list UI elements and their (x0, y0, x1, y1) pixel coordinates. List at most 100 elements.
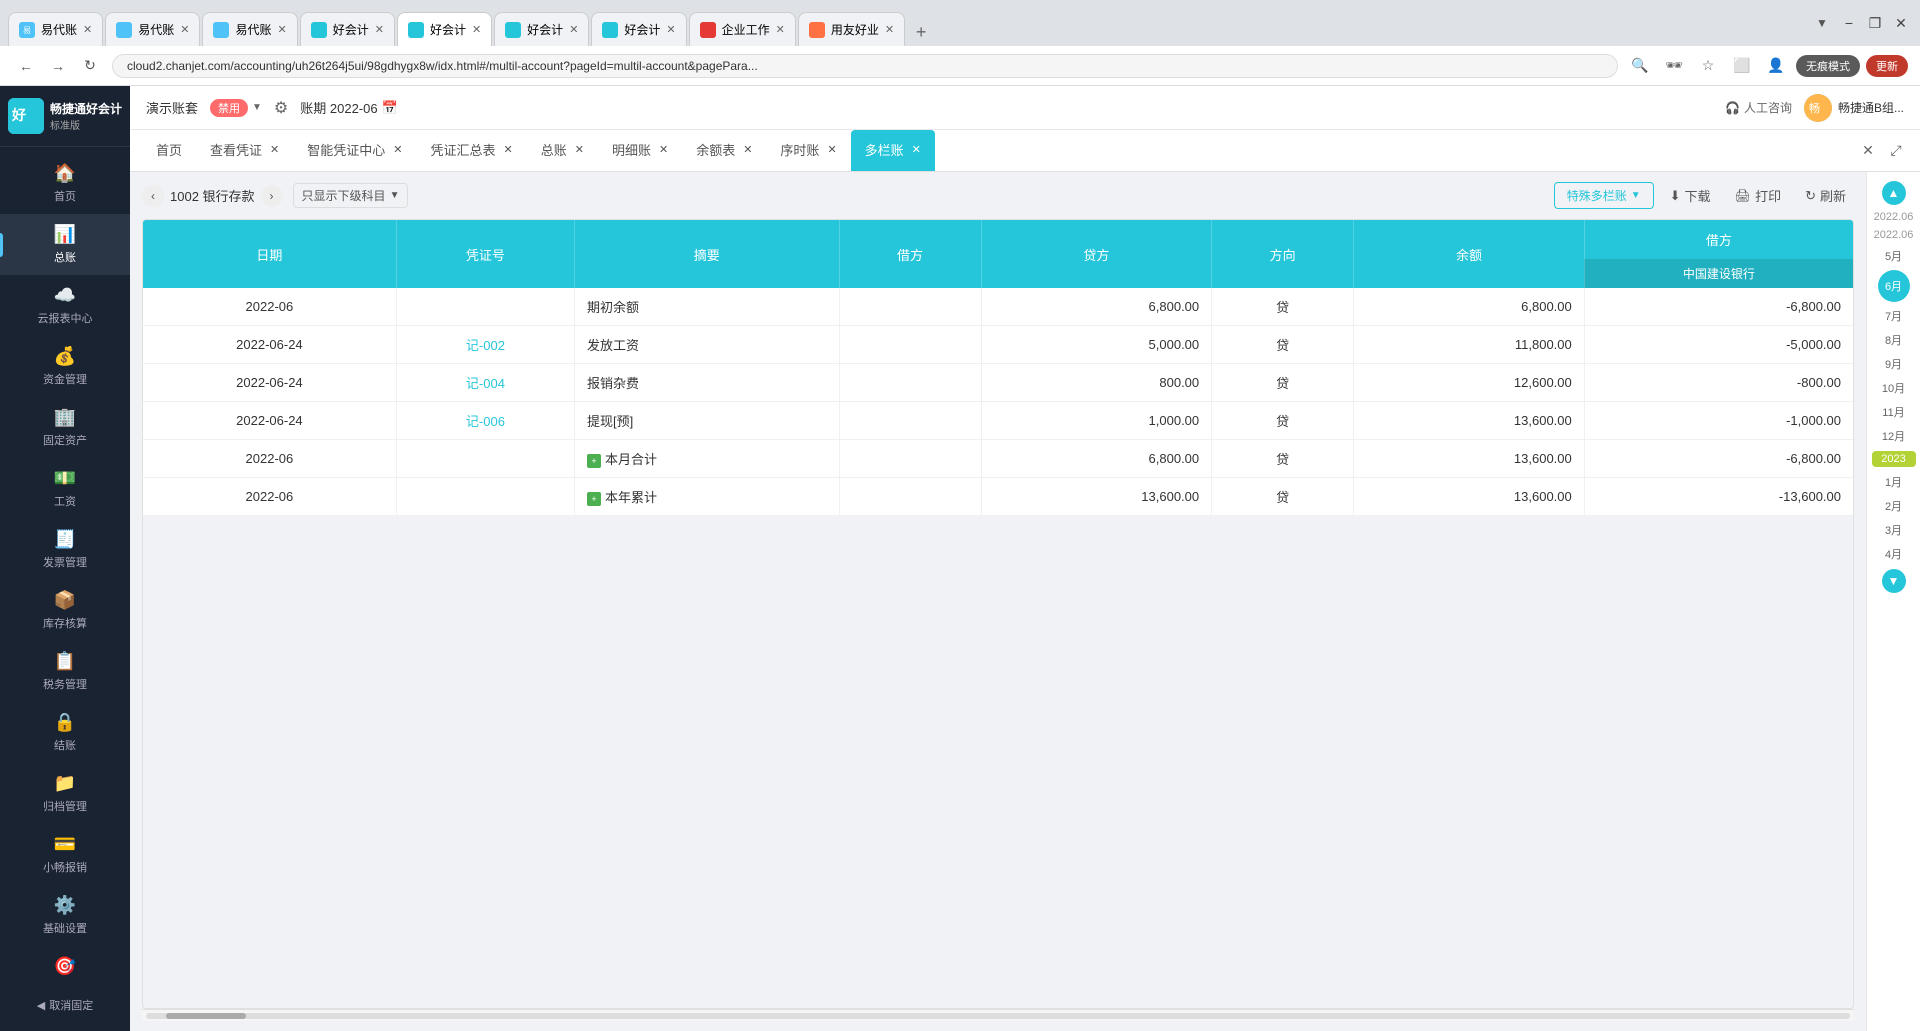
calendar-icon[interactable]: 📅 (382, 100, 398, 116)
browser-tab-9[interactable]: 用友好业 ✕ (798, 12, 905, 46)
sidebar-item-invoice[interactable]: 🧾 发票管理 (0, 519, 130, 580)
tab-list-button[interactable]: ▼ (1810, 11, 1834, 35)
sidebar-item-inventory[interactable]: 📦 库存核算 (0, 580, 130, 641)
tab-close-5[interactable]: ✕ (472, 23, 481, 36)
sidebar-item-fund[interactable]: 💰 资金管理 (0, 336, 130, 397)
sidebar-item-expense[interactable]: 💳 小畅报销 (0, 824, 130, 885)
forward-button[interactable]: → (44, 52, 72, 80)
account-next-button[interactable]: › (261, 185, 283, 207)
tab-smart-voucher[interactable]: 智能凭证中心 ✕ (293, 130, 416, 171)
calendar-month-10[interactable]: 10月 (1872, 376, 1916, 400)
tab-detailed-ledger-close[interactable]: ✕ (659, 143, 668, 156)
sidebar-item-closing[interactable]: 🔒 结账 (0, 702, 130, 763)
incognito-icon[interactable]: 🕶 (1660, 52, 1688, 80)
browser-tab-6[interactable]: 好会计 ✕ (494, 12, 589, 46)
tab-close-9[interactable]: ✕ (885, 23, 894, 36)
tab-balance-sheet-close[interactable]: ✕ (743, 143, 752, 156)
browser-tab-7[interactable]: 好会计 ✕ (591, 12, 686, 46)
account-prev-button[interactable]: ‹ (142, 185, 164, 207)
browser-tab-2[interactable]: 易代账 ✕ (105, 12, 200, 46)
tab-voucher-summary[interactable]: 凭证汇总表 ✕ (416, 130, 526, 171)
new-tab-button[interactable]: + (907, 18, 935, 46)
tab-close-7[interactable]: ✕ (666, 23, 675, 36)
tab-journal[interactable]: 序时账 ✕ (766, 130, 850, 171)
tab-general-ledger-close[interactable]: ✕ (575, 143, 584, 156)
calendar-month-9[interactable]: 9月 (1872, 352, 1916, 376)
user-profile-icon[interactable]: 👤 (1762, 52, 1790, 80)
tab-close-6[interactable]: ✕ (569, 23, 578, 36)
tab-home[interactable]: 首页 (142, 130, 196, 171)
window-icon[interactable]: ⬜ (1728, 52, 1756, 80)
sidebar-item-settings[interactable]: ⚙️ 基础设置 (0, 885, 130, 946)
sidebar-item-cloud-report[interactable]: ☁️ 云报表中心 (0, 275, 130, 336)
scroll-thumb[interactable] (166, 1013, 246, 1019)
tab-close-2[interactable]: ✕ (180, 23, 189, 36)
tab-close-1[interactable]: ✕ (83, 23, 92, 36)
tab-journal-close[interactable]: ✕ (827, 143, 836, 156)
tab-detailed-ledger[interactable]: 明细账 ✕ (598, 130, 682, 171)
sidebar-item-payroll[interactable]: 💵 工资 (0, 458, 130, 519)
browser-tab-5[interactable]: 好会计 ✕ (397, 12, 492, 46)
search-icon[interactable]: 🔍 (1626, 52, 1654, 80)
back-button[interactable]: ← (12, 52, 40, 80)
calendar-2023-month-2[interactable]: 2月 (1872, 494, 1916, 518)
td-voucher-1[interactable]: 记-002 (396, 326, 574, 364)
tab-multi-col-close[interactable]: ✕ (912, 143, 921, 156)
minimize-button[interactable]: − (1838, 12, 1860, 34)
address-input[interactable] (112, 54, 1618, 78)
close-window-button[interactable]: ✕ (1890, 12, 1912, 34)
tab-close-4[interactable]: ✕ (375, 23, 384, 36)
calendar-month-11[interactable]: 11月 (1872, 400, 1916, 424)
tab-general-ledger[interactable]: 总账 ✕ (527, 130, 598, 171)
pin-icon: ◀ (37, 999, 45, 1012)
tab-smart-voucher-close[interactable]: ✕ (393, 143, 402, 156)
calendar-2023-month-1[interactable]: 1月 (1872, 470, 1916, 494)
tab-voucher-summary-close[interactable]: ✕ (504, 143, 513, 156)
refresh-button[interactable]: ↻ (76, 52, 104, 80)
sidebar-item-ledger[interactable]: 📊 总账 (0, 214, 130, 275)
browser-tab-8[interactable]: 企业工作 ✕ (689, 12, 796, 46)
browser-tab-4[interactable]: 好会计 ✕ (300, 12, 395, 46)
tab-view-voucher[interactable]: 查看凭证 ✕ (196, 130, 293, 171)
sidebar-item-guide[interactable]: 🎯 新手引导 (0, 946, 130, 979)
calendar-month-12[interactable]: 12月 (1872, 424, 1916, 448)
browser-tab-1[interactable]: 易 易代账 ✕ (8, 12, 103, 46)
sidebar-item-tax[interactable]: 📋 税务管理 (0, 641, 130, 702)
user-menu[interactable]: 畅 畅捷通B组... (1804, 94, 1904, 122)
tab-expand-button[interactable]: ⤢ (1884, 139, 1908, 163)
tab-view-voucher-close[interactable]: ✕ (270, 143, 279, 156)
consult-button[interactable]: 🎧 人工咨询 (1725, 99, 1792, 116)
unpin-button[interactable]: ◀ 取消固定 (0, 989, 130, 1021)
refresh-button[interactable]: ↻ 刷新 (1797, 182, 1854, 209)
download-button[interactable]: ⬇ 下载 (1662, 182, 1719, 209)
tab-close-8[interactable]: ✕ (776, 23, 785, 36)
tab-balance-sheet[interactable]: 余额表 ✕ (682, 130, 766, 171)
print-button[interactable]: 🖨 打印 (1727, 182, 1790, 209)
browser-tab-3[interactable]: 易代账 ✕ (202, 12, 297, 46)
calendar-month-5[interactable]: 5月 (1872, 244, 1916, 268)
tab-collapse-button[interactable]: ✕ (1856, 139, 1880, 163)
settings-gear-icon[interactable]: ⚙ (274, 98, 288, 118)
no-trace-button[interactable]: 无痕模式 (1796, 55, 1860, 77)
header-badge-dropdown[interactable]: 禁用 ▼ (210, 99, 262, 117)
sub-filter-dropdown[interactable]: 只显示下级科目 ▼ (293, 183, 409, 208)
calendar-scroll-down[interactable]: ▼ (1882, 569, 1906, 593)
bottom-scrollbar[interactable] (142, 1009, 1854, 1021)
update-button[interactable]: 更新 (1866, 55, 1908, 77)
calendar-month-8[interactable]: 8月 (1872, 328, 1916, 352)
calendar-2023-month-4[interactable]: 4月 (1872, 542, 1916, 566)
tab-close-3[interactable]: ✕ (277, 23, 286, 36)
tab-multi-col[interactable]: 多栏账 ✕ (851, 130, 935, 171)
bookmark-icon[interactable]: ☆ (1694, 52, 1722, 80)
calendar-month-6[interactable]: 6月 (1878, 270, 1910, 302)
calendar-month-7[interactable]: 7月 (1872, 304, 1916, 328)
td-voucher-2[interactable]: 记-004 (396, 364, 574, 402)
restore-button[interactable]: ❐ (1864, 12, 1886, 34)
special-multi-col-button[interactable]: 特殊多栏账 ▼ (1554, 182, 1654, 209)
sidebar-item-home[interactable]: 🏠 首页 (0, 153, 130, 214)
sidebar-item-archive[interactable]: 📁 归档管理 (0, 763, 130, 824)
calendar-scroll-up[interactable]: ▲ (1882, 181, 1906, 205)
td-voucher-3[interactable]: 记-006 (396, 402, 574, 440)
sidebar-item-assets[interactable]: 🏢 固定资产 (0, 397, 130, 458)
calendar-2023-month-3[interactable]: 3月 (1872, 518, 1916, 542)
